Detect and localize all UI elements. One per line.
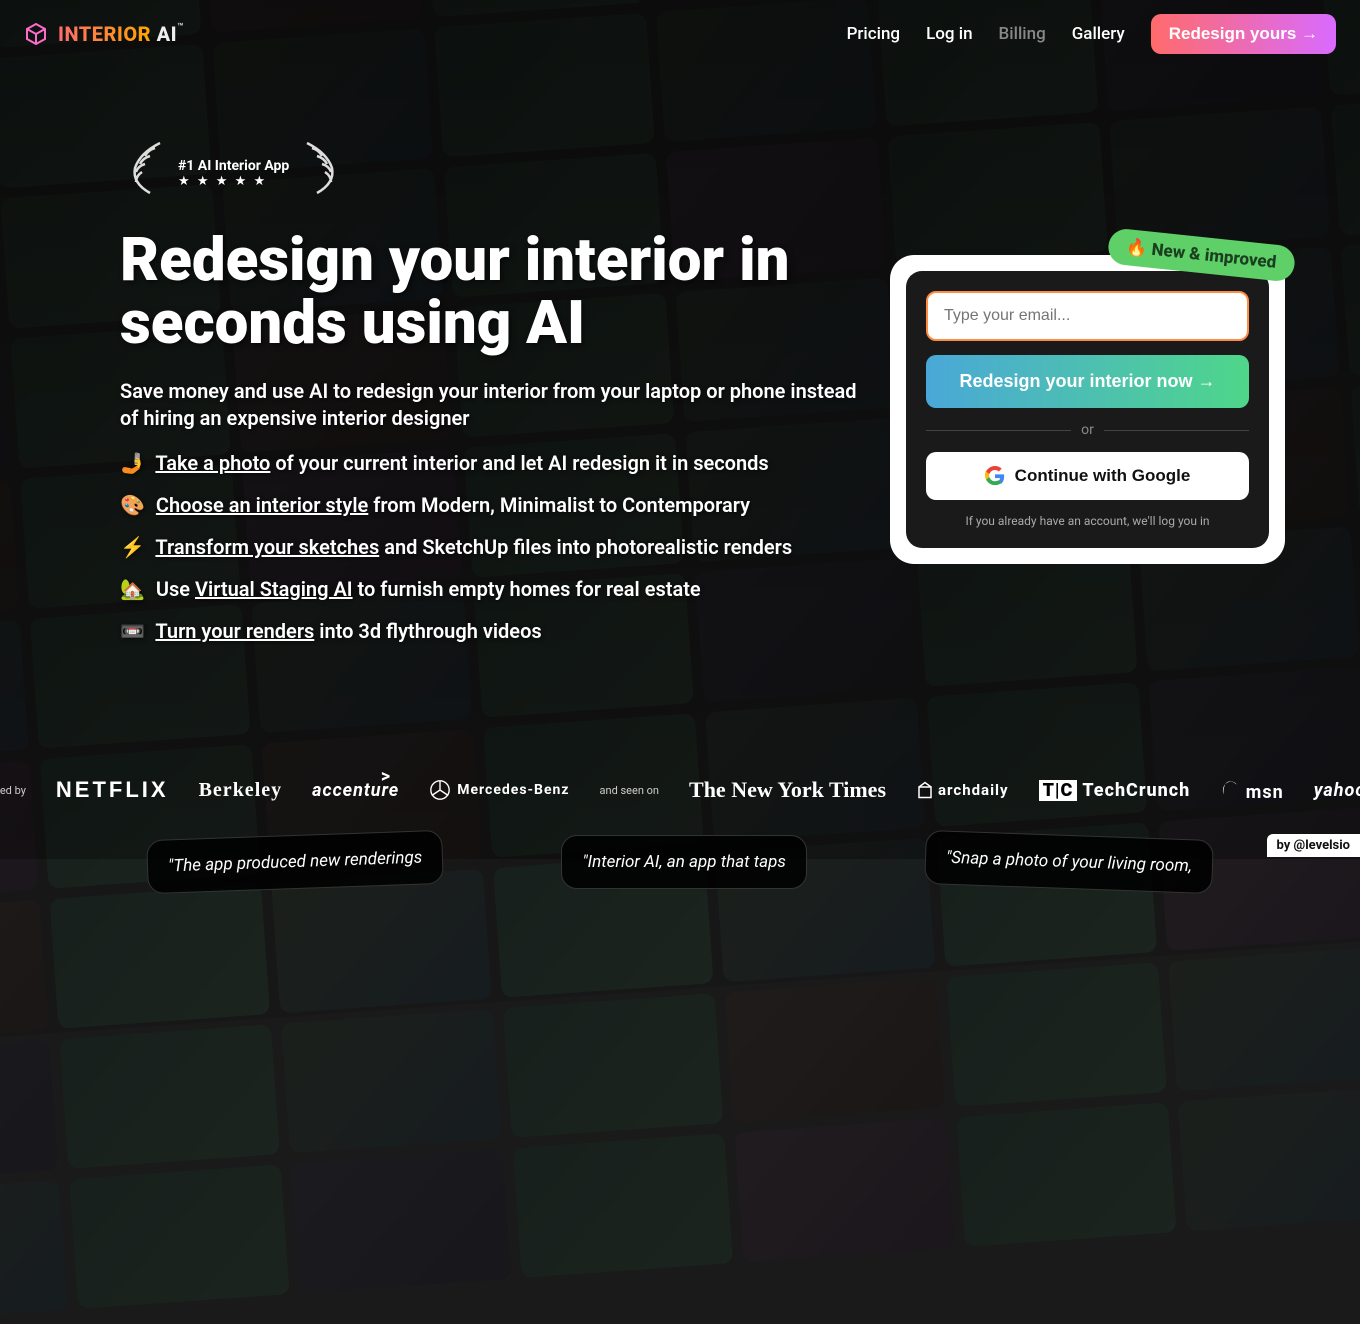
logo[interactable]: INTERIOR AI™: [24, 22, 184, 46]
google-btn-label: Continue with Google: [1015, 466, 1191, 486]
badge-stars: ★ ★ ★ ★ ★: [178, 174, 289, 189]
or-label: or: [1081, 422, 1094, 438]
header: INTERIOR AI™ Pricing Log in Billing Gall…: [0, 0, 1360, 68]
byline-link[interactable]: by @levelsio: [1267, 834, 1360, 857]
nav-login[interactable]: Log in: [926, 24, 972, 44]
hero-left: #1 AI Interior App ★ ★ ★ ★ ★ Redesign yo…: [120, 138, 860, 660]
brand-archdaily: archdaily: [916, 781, 1009, 799]
feature-photo: 🤳 Take a photo of your current interior …: [120, 450, 860, 476]
brand-nyt: The New York Times: [689, 777, 886, 803]
zap-emoji-icon: ⚡: [120, 535, 145, 559]
logo-tm: ™: [177, 22, 184, 33]
badge-title: #1 AI Interior App: [178, 158, 289, 174]
email-input[interactable]: [926, 291, 1249, 341]
house-emoji-icon: 🏡: [120, 577, 145, 601]
continue-with-google-button[interactable]: Continue with Google: [926, 452, 1249, 500]
quote-3: "Snap a photo of your living room,: [924, 830, 1214, 894]
redesign-now-button[interactable]: Redesign your interior now →: [926, 355, 1249, 408]
feature-style: 🎨 Choose an interior style from Modern, …: [120, 492, 860, 518]
palette-emoji-icon: 🎨: [120, 493, 145, 517]
feature-video: 📼 Turn your renders into 3d flythrough v…: [120, 618, 860, 644]
brand-mercedes-label: Mercedes-Benz: [457, 782, 569, 798]
or-separator: or: [926, 422, 1249, 438]
virtual-staging-link[interactable]: Virtual Staging AI: [195, 577, 353, 601]
brand-techcrunch-label: TechCrunch: [1082, 780, 1190, 801]
cube-icon: [24, 22, 48, 46]
feature-staging-pre: Use: [151, 577, 195, 601]
brand-netflix: NETFLIX: [56, 777, 169, 803]
google-icon: [985, 466, 1005, 486]
feature-sketches-rest: and SketchUp files into photorealistic r…: [379, 535, 792, 559]
feature-staging-rest: to furnish empty homes for real estate: [353, 577, 701, 601]
laurel-left-icon: [120, 138, 170, 208]
brand-techcrunch: T|C TechCrunch: [1039, 780, 1191, 801]
feature-staging: 🏡 Use Virtual Staging AI to furnish empt…: [120, 576, 860, 602]
hero-subline: Save money and use AI to redesign your i…: [120, 378, 860, 432]
login-hint: If you already have an account, we'll lo…: [926, 514, 1249, 528]
choose-style-link[interactable]: Choose an interior style: [156, 493, 368, 517]
brand-archdaily-label: archdaily: [938, 781, 1009, 799]
transform-sketches-link[interactable]: Transform your sketches: [155, 535, 379, 559]
feature-sketches: ⚡ Transform your sketches and SketchUp f…: [120, 534, 860, 560]
brand-yahoo: yahoo!: [1314, 780, 1360, 801]
used-by-label: used by: [0, 784, 26, 797]
logo-text-ai: AI: [157, 22, 177, 46]
brand-berkeley: Berkeley: [199, 779, 283, 802]
quote-1: "The app produced new renderings: [146, 830, 444, 894]
brand-msn-label: msn: [1246, 782, 1284, 803]
nav-billing[interactable]: Billing: [999, 24, 1046, 44]
mercedes-icon: [429, 779, 451, 801]
archdaily-icon: [916, 781, 934, 799]
brand-mercedes: Mercedes-Benz: [429, 779, 569, 801]
tc-icon: T|C: [1039, 780, 1078, 801]
nav: Pricing Log in Billing Gallery Redesign …: [847, 14, 1336, 54]
brand-accenture: accenture: [312, 780, 399, 801]
msn-icon: [1220, 778, 1240, 798]
nav-gallery[interactable]: Gallery: [1072, 24, 1125, 44]
selfie-emoji-icon: 🤳: [120, 451, 145, 475]
nav-pricing[interactable]: Pricing: [847, 24, 901, 44]
brand-msn: msn: [1220, 778, 1283, 803]
logo-text-interior: INTERIOR: [58, 22, 151, 46]
redesign-yours-button[interactable]: Redesign yours →: [1151, 14, 1336, 54]
hero-headline: Redesign your interior in seconds using …: [120, 228, 860, 354]
take-photo-link[interactable]: Take a photo: [155, 451, 270, 475]
laurel-right-icon: [297, 138, 347, 208]
brands-row: used by NETFLIX Berkeley accenture Merce…: [0, 777, 1360, 803]
turn-renders-link[interactable]: Turn your renders: [155, 619, 314, 643]
quote-2: "Interior AI, an app that taps: [561, 835, 807, 889]
feature-video-rest: into 3d flythrough videos: [314, 619, 541, 643]
vhs-emoji-icon: 📼: [120, 619, 145, 643]
feature-style-rest: from Modern, Minimalist to Contemporary: [368, 493, 750, 517]
quotes-row: "The app produced new renderings "Interi…: [0, 835, 1360, 889]
seen-on-label: and seen on: [600, 784, 660, 797]
signup-card: 🔥 New & improved Redesign your interior …: [890, 255, 1285, 564]
feature-photo-rest: of your current interior and let AI rede…: [270, 451, 768, 475]
laurel-badge: #1 AI Interior App ★ ★ ★ ★ ★: [120, 138, 860, 208]
